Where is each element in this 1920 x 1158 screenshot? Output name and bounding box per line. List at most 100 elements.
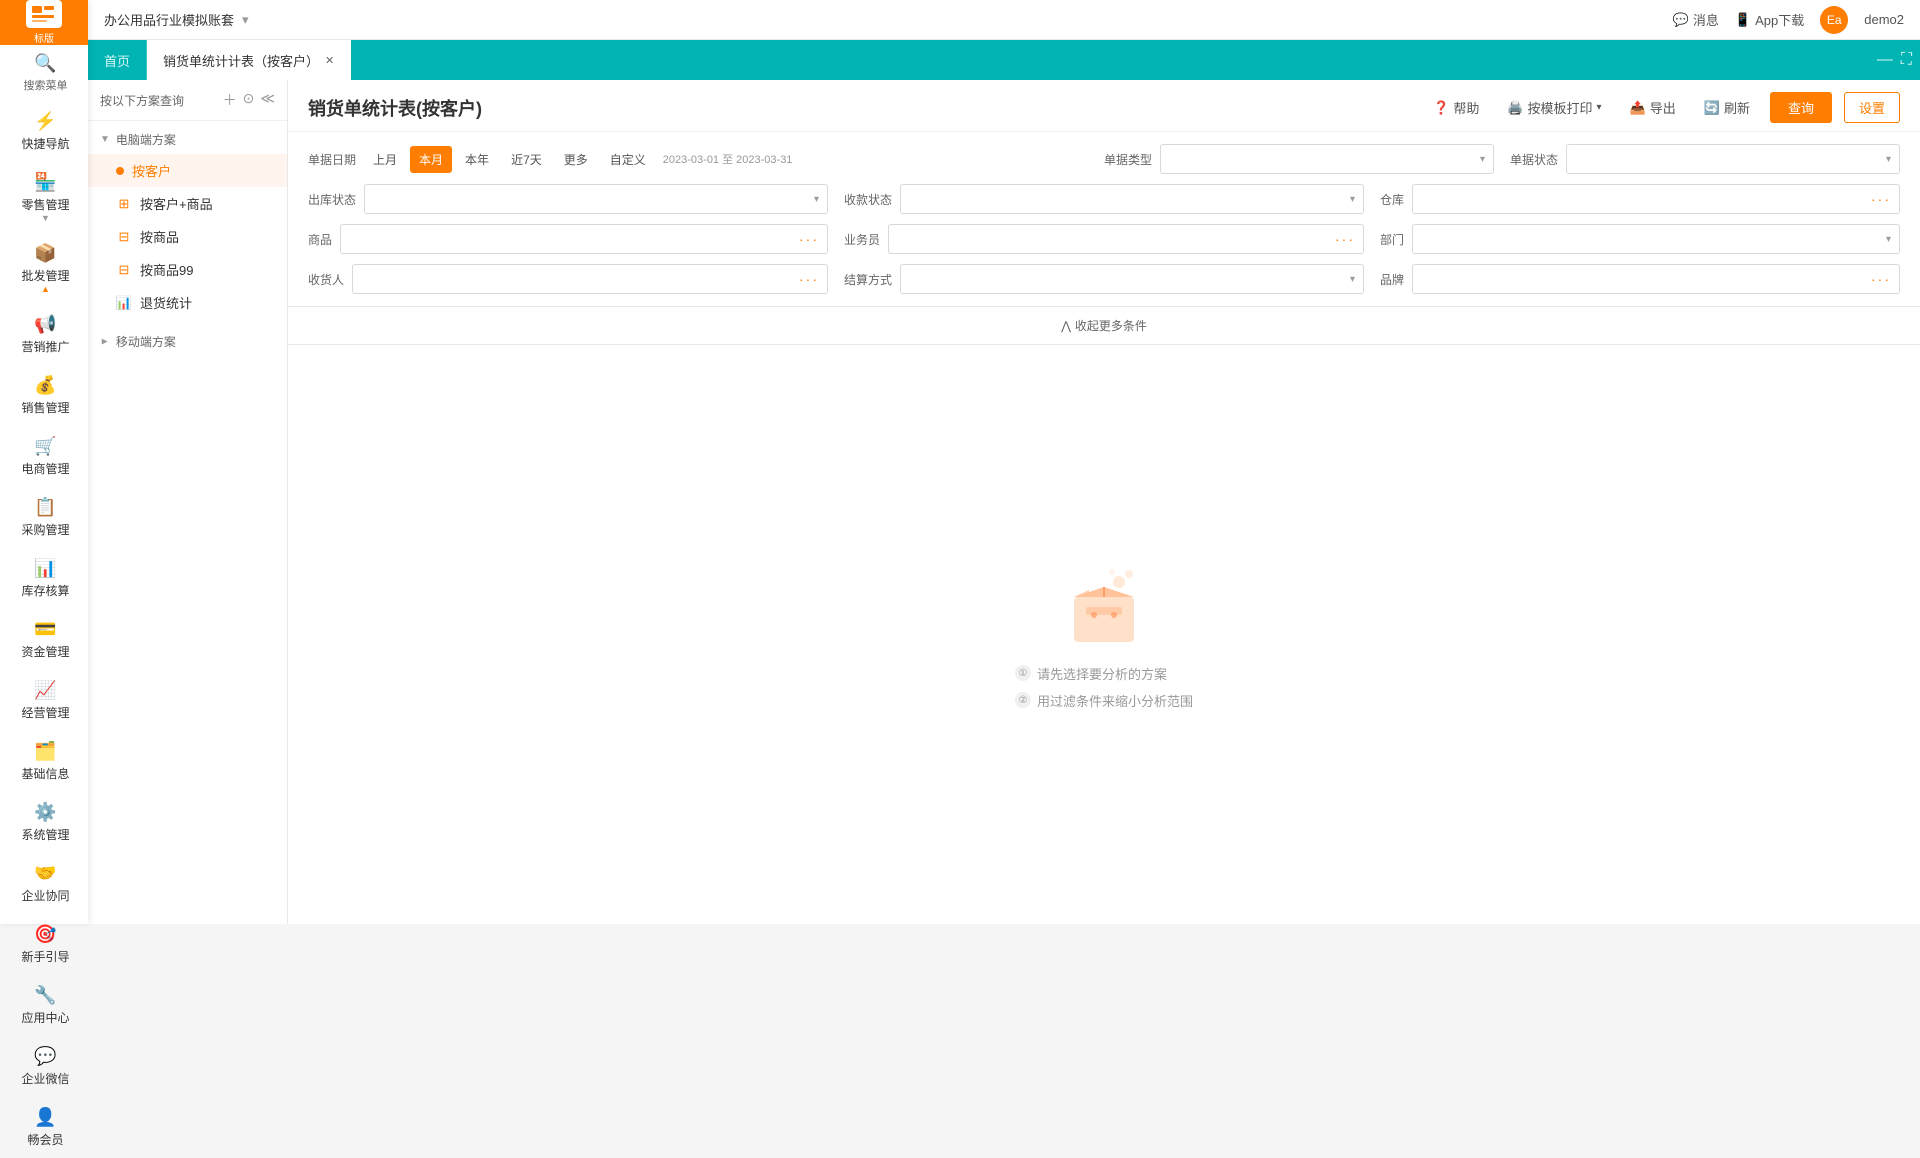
tab-home-label: 首页	[104, 51, 130, 70]
account-title: 办公用品行业模拟账套	[104, 10, 234, 29]
help-icon: ❓	[1433, 100, 1449, 116]
barchart-icon: 📊	[116, 295, 132, 311]
scheme-item-label: 按商品99	[140, 260, 193, 279]
username[interactable]: demo2	[1864, 12, 1904, 27]
scheme-item-by-product-99[interactable]: ⊟ 按商品99	[88, 253, 287, 286]
tab-home[interactable]: 首页	[88, 40, 147, 80]
collapse-row: ⋀ 收起更多条件	[288, 307, 1920, 345]
salesperson-select[interactable]: ···	[888, 224, 1364, 254]
sidebar-item-sales[interactable]: 💰 销售管理	[0, 365, 88, 426]
query-btn[interactable]: 查询	[1770, 92, 1832, 123]
sidebar-item-ecommerce[interactable]: 🛒 电商管理	[0, 426, 88, 487]
scheme-item-label: 按客户	[132, 161, 171, 180]
tab-minimize-btn[interactable]: —	[1877, 51, 1893, 69]
help-btn[interactable]: ❓ 帮助	[1425, 94, 1487, 121]
payment-status-label: 收款状态	[844, 191, 892, 208]
scheme-item-by-customer[interactable]: 按客户	[88, 154, 287, 187]
sales-icon: 💰	[34, 375, 56, 396]
export-btn[interactable]: 📤 导出	[1622, 94, 1684, 121]
scheme-item-label: 按商品	[140, 227, 179, 246]
out-status-label: 出库状态	[308, 191, 356, 208]
sidebar-item-retail[interactable]: 🏪 零售管理 ▼	[0, 162, 88, 233]
sidebar: 标版 🔍 搜索菜单 ⚡ 快捷导航 🏪 零售管理 ▼ 📦 批发管理 ▲ 📢 营销推…	[0, 0, 88, 924]
collapse-panel-btn[interactable]: ≪	[260, 90, 275, 110]
sidebar-item-member[interactable]: 👤 畅会员	[0, 1097, 88, 1158]
brand-select[interactable]: ···	[1412, 264, 1900, 294]
scheme-item-by-product[interactable]: ⊟ 按商品	[88, 220, 287, 253]
product-select[interactable]: ···	[340, 224, 828, 254]
logo-icon	[26, 0, 62, 28]
out-status-select[interactable]: ▾	[364, 184, 828, 214]
payment-status-select[interactable]: ▾	[900, 184, 1364, 214]
sidebar-item-quicknav[interactable]: ⚡ 快捷导航	[0, 101, 88, 162]
desktop-scheme-group: ▼ 电脑端方案 按客户 ⊞ 按客户+商品 ⊟ 按商品 ⊟ 按商品9	[88, 121, 287, 323]
desktop-group-title[interactable]: ▼ 电脑端方案	[88, 125, 287, 154]
edit-scheme-btn[interactable]: ⊙	[243, 90, 255, 110]
sidebar-item-base[interactable]: 🗂️ 基础信息	[0, 731, 88, 792]
sidebar-item-apps[interactable]: 🔧 应用中心	[0, 975, 88, 1036]
brand-dots: ···	[1871, 271, 1891, 287]
sidebar-item-wholesale[interactable]: 📦 批发管理 ▲	[0, 233, 88, 304]
warehouse-select[interactable]: ···	[1412, 184, 1900, 214]
sidebar-item-operations[interactable]: 📈 经营管理	[0, 670, 88, 731]
inventory-icon: 📊	[34, 558, 56, 579]
message-btn[interactable]: 💬 消息	[1673, 10, 1719, 29]
sidebar-item-newbie[interactable]: 🎯 新手引导	[0, 914, 88, 975]
scheme-item-by-customer-product[interactable]: ⊞ 按客户+商品	[88, 187, 287, 220]
user-avatar-text: Ea	[1827, 13, 1842, 27]
dropdown-arrow[interactable]: ▾	[242, 12, 249, 28]
sidebar-item-enterprise[interactable]: 🤝 企业协同	[0, 853, 88, 914]
sidebar-item-finance[interactable]: 💳 资金管理	[0, 609, 88, 670]
desktop-group-label: 电脑端方案	[116, 131, 176, 148]
status-select[interactable]: ▾	[1566, 144, 1900, 174]
date-btn-more[interactable]: 更多	[555, 146, 597, 173]
tab-bar: 首页 销货单统计计表（按客户） ✕ — ⛶	[88, 40, 1920, 80]
settlement-filter: 结算方式 ▾	[844, 264, 1364, 294]
date-btn-thisyear[interactable]: 本年	[456, 146, 498, 173]
sidebar-item-search[interactable]: 🔍 搜索菜单	[0, 45, 88, 101]
date-btn-lastmonth[interactable]: 上月	[364, 146, 406, 173]
message-icon: 💬	[1673, 12, 1689, 28]
page-actions: ❓ 帮助 🖨️ 按模板打印 📤 导出 🔄 刷新 查询	[1425, 92, 1900, 123]
mobile-group-title[interactable]: ▼ 移动端方案	[88, 327, 287, 356]
salesperson-dots: ···	[1335, 231, 1355, 247]
print-btn[interactable]: 🖨️ 按模板打印	[1499, 94, 1609, 121]
scheme-item-return-stat[interactable]: 📊 退货统计	[88, 286, 287, 319]
add-scheme-btn[interactable]: ＋	[223, 90, 237, 110]
date-btn-7days[interactable]: 近7天	[502, 146, 551, 173]
product-dots: ···	[799, 231, 819, 247]
collapse-btn[interactable]: ⋀ 收起更多条件	[1049, 313, 1159, 338]
department-select[interactable]: ▾	[1412, 224, 1900, 254]
settlement-select[interactable]: ▾	[900, 264, 1364, 294]
tab-maximize-btn[interactable]: ⛶	[1901, 51, 1912, 69]
sidebar-item-system[interactable]: ⚙️ 系统管理	[0, 792, 88, 853]
sidebar-item-wechat[interactable]: 💬 企业微信	[0, 1036, 88, 1097]
logo[interactable]: 标版	[0, 0, 88, 45]
brand-filter: 品牌 ···	[1380, 264, 1900, 294]
date-btn-custom[interactable]: 自定义	[601, 146, 655, 173]
app-download-btn[interactable]: 📱 App下载	[1735, 10, 1804, 29]
tab-close-btn[interactable]: ✕	[325, 54, 334, 67]
user-avatar[interactable]: Ea	[1820, 6, 1848, 34]
mobile-group-arrow: ▼	[99, 337, 110, 347]
sidebar-item-inventory[interactable]: 📊 库存核算	[0, 548, 88, 609]
type-select[interactable]: ▾	[1160, 144, 1494, 174]
collapse-icon: ⋀	[1061, 319, 1071, 333]
refresh-btn[interactable]: 🔄 刷新	[1696, 94, 1758, 121]
brand-label: 品牌	[1380, 271, 1404, 288]
tab-sales-stat[interactable]: 销货单统计计表（按客户） ✕	[147, 40, 351, 80]
finance-icon: 💳	[34, 619, 56, 640]
tab-sales-stat-label: 销货单统计计表（按客户）	[163, 51, 319, 70]
date-btn-thismonth[interactable]: 本月	[410, 146, 452, 173]
receiver-select[interactable]: ···	[352, 264, 828, 294]
page-title: 销货单统计表(按客户)	[308, 95, 482, 121]
settings-btn[interactable]: 设置	[1844, 92, 1900, 123]
sidebar-item-marketing[interactable]: 📢 营销推广	[0, 304, 88, 365]
retail-icon: 🏪	[34, 172, 56, 193]
content-layout: 按以下方案查询 ＋ ⊙ ≪ ▼ 电脑端方案 按客户 ⊞ 按	[88, 80, 1920, 924]
top-header: 办公用品行业模拟账套 ▾ 💬 消息 📱 App下载 Ea demo2	[88, 0, 1920, 40]
product-label: 商品	[308, 231, 332, 248]
apps-icon: 🔧	[34, 985, 56, 1006]
sidebar-item-purchase[interactable]: 📋 采购管理	[0, 487, 88, 548]
department-arrow: ▾	[1886, 234, 1891, 245]
